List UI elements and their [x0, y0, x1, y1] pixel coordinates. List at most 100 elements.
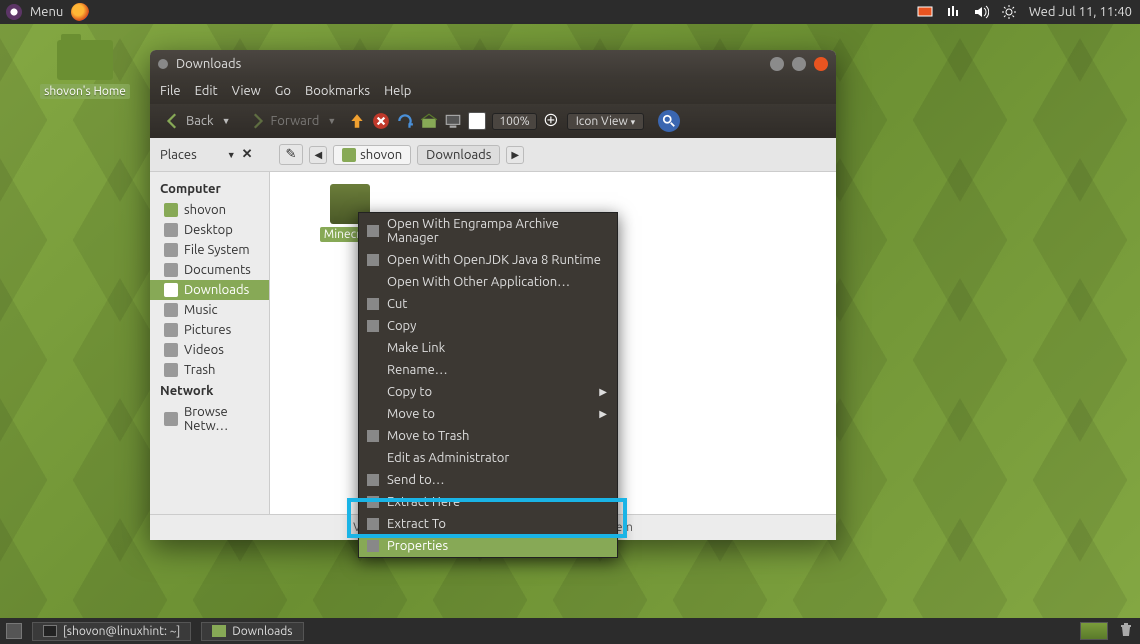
back-button[interactable]: Back ▼ [158, 110, 236, 132]
close-places-icon[interactable]: ✕ [242, 147, 253, 162]
sidebar-item-filesystem[interactable]: File System [150, 240, 269, 260]
computer-button[interactable] [444, 112, 462, 130]
context-item-copy-to[interactable]: Copy to▶ [359, 381, 617, 403]
sidebar-item-trash[interactable]: Trash [150, 360, 269, 380]
context-item-extract-here[interactable]: Extract Here [359, 491, 617, 513]
taskbar-downloads[interactable]: Downloads [201, 622, 303, 641]
menu-help[interactable]: Help [384, 84, 411, 98]
menu-view[interactable]: View [232, 84, 261, 98]
context-item-extract-to[interactable]: Extract To [359, 513, 617, 535]
distro-logo-icon[interactable] [6, 4, 22, 20]
window-titlebar[interactable]: Downloads [150, 50, 836, 78]
workspace-switcher[interactable] [1080, 622, 1108, 640]
ctx-icon [365, 318, 381, 334]
trash-icon [164, 363, 178, 377]
zoom-in-button[interactable] [543, 112, 561, 130]
close-button[interactable] [814, 57, 828, 71]
reload-button[interactable] [396, 112, 414, 130]
maximize-button[interactable] [792, 57, 806, 71]
breadcrumb-shovon[interactable]: shovon [333, 145, 411, 165]
ctx-icon [365, 223, 381, 239]
sidebar-heading-computer: Computer [150, 178, 269, 200]
top-panel: Menu Wed Jul 11, 11:40 [0, 0, 1140, 24]
chevron-down-icon[interactable]: ▼ [222, 116, 231, 126]
taskbar-terminal[interactable]: [shovon@linuxhint: ~] [32, 622, 191, 641]
folder-icon [164, 283, 178, 297]
context-item-rename[interactable]: Rename… [359, 359, 617, 381]
up-button[interactable] [348, 112, 366, 130]
folder-icon [164, 343, 178, 357]
sidebar-heading-network: Network [150, 380, 269, 402]
sidebar-item-shovon[interactable]: shovon [150, 200, 269, 220]
sidebar: Computer shovon Desktop File System Docu… [150, 172, 270, 514]
zoom-level[interactable]: 100% [492, 113, 536, 130]
ctx-icon [365, 252, 381, 268]
show-desktop-button[interactable] [6, 623, 22, 639]
home-icon [164, 203, 178, 217]
stop-button[interactable] [372, 112, 390, 130]
sidebar-item-downloads[interactable]: Downloads [150, 280, 269, 300]
sidebar-item-desktop[interactable]: Desktop [150, 220, 269, 240]
context-item-properties[interactable]: Properties [359, 535, 617, 557]
menu-edit[interactable]: Edit [195, 84, 218, 98]
toolbar: Back ▼ Forward ▼ 100% Icon View ▾ [150, 104, 836, 138]
forward-button[interactable]: Forward ▼ [242, 110, 342, 132]
back-arrow-icon [164, 112, 182, 130]
folder-icon [164, 303, 178, 317]
context-item-move-to-trash[interactable]: Move to Trash [359, 425, 617, 447]
folder-icon [164, 263, 178, 277]
context-item-cut[interactable]: Cut [359, 293, 617, 315]
menu-button[interactable]: Menu [30, 5, 63, 19]
places-dropdown[interactable]: Places ▼ [160, 148, 236, 162]
context-item-send-to[interactable]: Send to… [359, 469, 617, 491]
menu-go[interactable]: Go [275, 84, 291, 98]
context-item-open-with-engrampa-archive-manager[interactable]: Open With Engrampa Archive Manager [359, 213, 617, 249]
window-title: Downloads [176, 57, 241, 71]
ctx-icon [365, 538, 381, 554]
breadcrumb-downloads[interactable]: Downloads [417, 145, 500, 165]
trash-icon[interactable] [1118, 622, 1134, 641]
context-item-move-to[interactable]: Move to▶ [359, 403, 617, 425]
context-item-open-with-other-application[interactable]: Open With Other Application… [359, 271, 617, 293]
sidebar-item-music[interactable]: Music [150, 300, 269, 320]
sidebar-item-pictures[interactable]: Pictures [150, 320, 269, 340]
forward-arrow-icon [248, 112, 266, 130]
sidebar-item-browse-network[interactable]: Browse Netw… [150, 402, 269, 436]
search-button[interactable] [658, 110, 680, 132]
firefox-icon[interactable] [71, 3, 89, 21]
menu-file[interactable]: File [160, 84, 181, 98]
sidebar-item-videos[interactable]: Videos [150, 340, 269, 360]
window-menu-icon[interactable] [158, 59, 168, 69]
submenu-arrow-icon: ▶ [599, 408, 607, 420]
home-button[interactable] [420, 112, 438, 130]
location-bar: Places ▼ ✕ ✎ ◀ shovon Downloads ▶ [150, 138, 836, 172]
submenu-arrow-icon: ▶ [599, 386, 607, 398]
desktop-icon-label: shovon's Home [40, 84, 130, 99]
minimize-button[interactable] [770, 57, 784, 71]
settings-gear-icon[interactable] [1001, 4, 1017, 20]
volume-icon[interactable] [973, 4, 989, 20]
context-item-open-with-openjdk-java-8-runtime[interactable]: Open With OpenJDK Java 8 Runtime [359, 249, 617, 271]
folder-icon [212, 625, 226, 637]
zoom-out-button[interactable] [468, 112, 486, 130]
sidebar-item-documents[interactable]: Documents [150, 260, 269, 280]
menu-bookmarks[interactable]: Bookmarks [305, 84, 370, 98]
network-icon[interactable] [945, 4, 961, 20]
terminal-icon [43, 625, 57, 637]
context-item-copy[interactable]: Copy [359, 315, 617, 337]
context-menu: Open With Engrampa Archive ManagerOpen W… [358, 212, 618, 558]
folder-icon [57, 40, 113, 80]
ctx-icon [365, 472, 381, 488]
display-icon[interactable] [917, 4, 933, 20]
path-forward-icon[interactable]: ▶ [506, 146, 524, 164]
menubar: File Edit View Go Bookmarks Help [150, 78, 836, 104]
chevron-down-icon[interactable]: ▼ [327, 116, 336, 126]
context-item-make-link[interactable]: Make Link [359, 337, 617, 359]
context-item-edit-as-administrator[interactable]: Edit as Administrator [359, 447, 617, 469]
network-icon [164, 412, 178, 426]
clock[interactable]: Wed Jul 11, 11:40 [1029, 5, 1132, 19]
edit-path-button[interactable]: ✎ [279, 144, 304, 165]
desktop-home-folder[interactable]: shovon's Home [40, 40, 130, 99]
view-mode-selector[interactable]: Icon View ▾ [567, 113, 644, 130]
path-back-icon[interactable]: ◀ [309, 146, 327, 164]
